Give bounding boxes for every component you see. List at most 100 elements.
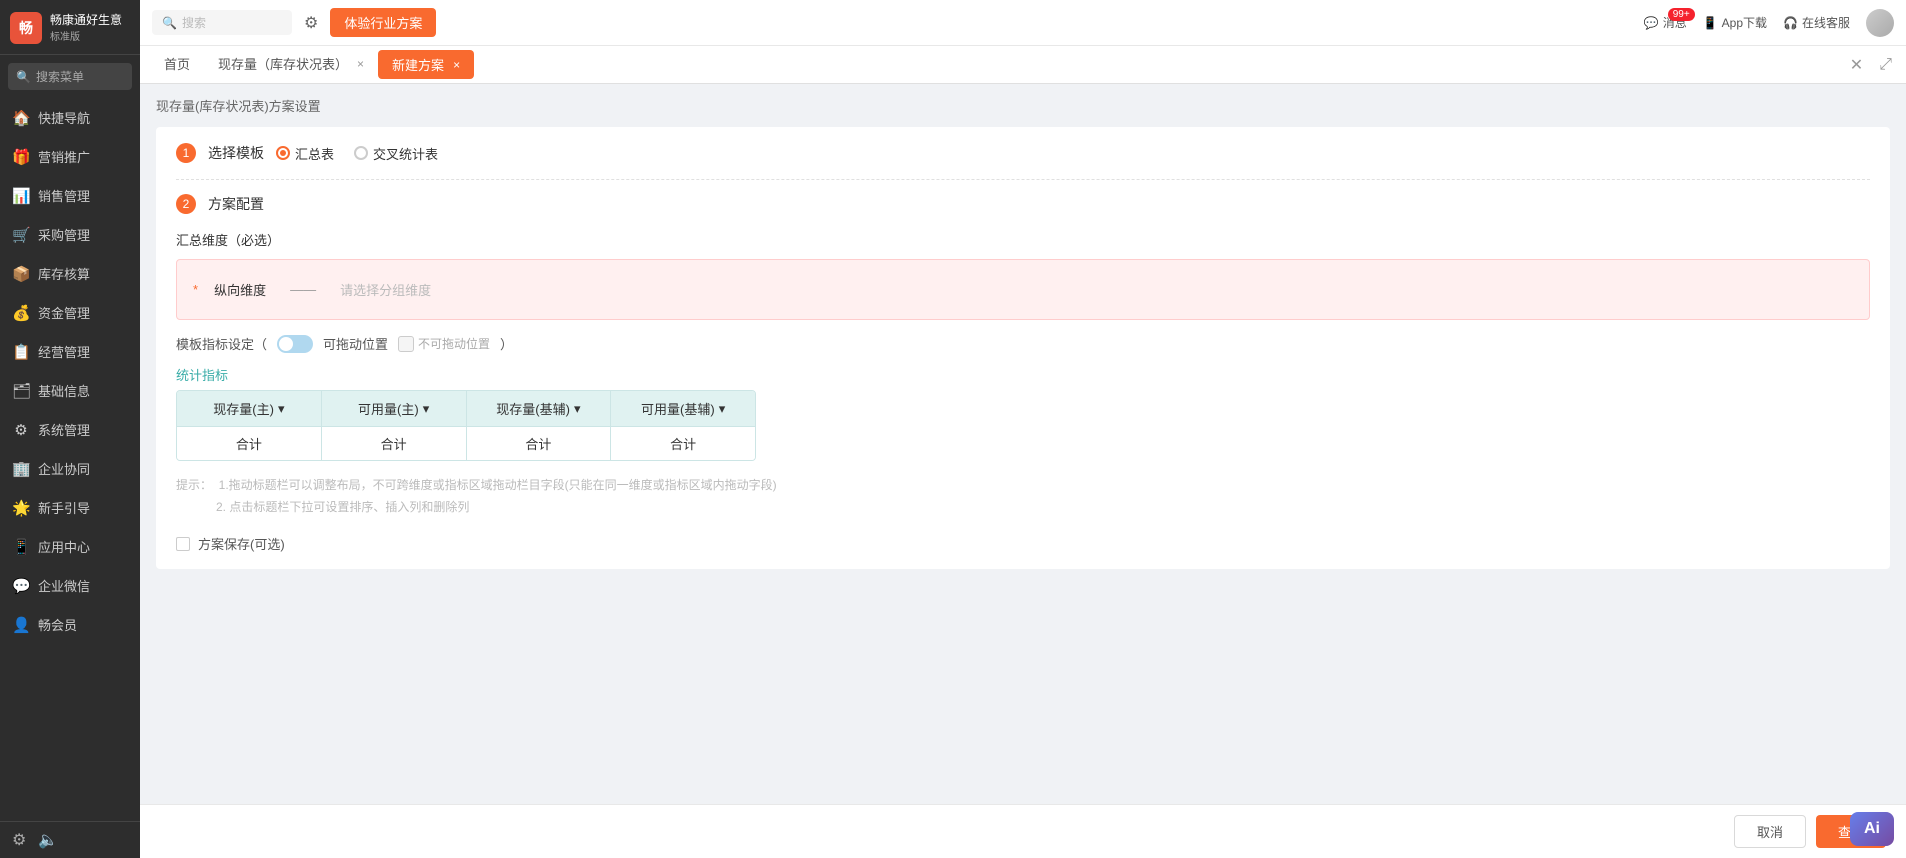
- tab-new-scheme[interactable]: 新建方案 ×: [378, 50, 474, 79]
- stats-th-0-label: 现存量(主): [213, 399, 274, 418]
- sidebar-item-enterprise[interactable]: 🏢 企业协同: [0, 449, 140, 488]
- stats-th-2[interactable]: 现存量(基辅) ▾: [467, 391, 612, 426]
- tab-inventory-label: 现存量（库存状况表）: [218, 54, 348, 73]
- gift-icon: 🎁: [12, 148, 30, 166]
- sidebar-item-label: 系统管理: [38, 420, 90, 439]
- trial-button[interactable]: 体验行业方案: [330, 8, 436, 37]
- topbar-right: 💬 消息 99+ 📱 App下载 🎧 在线客服: [1644, 9, 1894, 37]
- save-option-label: 方案保存(可选): [198, 534, 285, 553]
- speaker-icon[interactable]: 🔈: [38, 830, 58, 850]
- building-icon: 🏢: [12, 460, 30, 478]
- box-icon: 📦: [12, 265, 30, 283]
- stats-th-2-label: 现存量(基辅): [496, 399, 570, 418]
- main-content: 🔍 搜索 ⚙ 体验行业方案 💬 消息 99+ 📱 App下载 🎧 在线客服: [140, 0, 1906, 858]
- sidebar-item-newbie[interactable]: 🌟 新手引导: [0, 488, 140, 527]
- step2-row: 2 方案配置: [176, 194, 1870, 214]
- tab-home[interactable]: 首页: [150, 46, 204, 83]
- sidebar-item-finance[interactable]: 💰 资金管理: [0, 293, 140, 332]
- dimension-selector[interactable]: * 纵向维度 —— 请选择分组维度: [176, 259, 1870, 320]
- settings-gear-icon[interactable]: ⚙: [300, 9, 322, 37]
- settings-panel: 1 选择模板 汇总表 交叉统计表: [156, 127, 1890, 569]
- sidebar-item-member[interactable]: 👤 畅会员: [0, 605, 140, 644]
- user-avatar[interactable]: [1866, 9, 1894, 37]
- tips-item-2: 2. 点击标题栏下拉可设置排序、插入列和删除列: [216, 497, 1870, 519]
- headphone-icon: 🎧: [1783, 16, 1798, 30]
- topbar-search[interactable]: 🔍 搜索: [152, 10, 292, 35]
- app-name: 畅康通好生意: [50, 13, 122, 29]
- user-icon: 👤: [12, 616, 30, 634]
- folder-icon: 🗂: [12, 382, 30, 400]
- tab-new-scheme-close-icon[interactable]: ×: [453, 58, 460, 72]
- cancel-button[interactable]: 取消: [1734, 815, 1806, 848]
- indicator-off-group: 不可拖动位置: [398, 335, 490, 352]
- sidebar-item-inventory[interactable]: 📦 库存核算: [0, 254, 140, 293]
- template-radio-group: 汇总表 交叉统计表: [276, 144, 438, 163]
- sidebar-item-label: 资金管理: [38, 303, 90, 322]
- content-area: 现存量(库存状况表)方案设置 1 选择模板 汇总表 交叉统计表: [140, 84, 1906, 858]
- sidebar-item-wechat[interactable]: 💬 企业微信: [0, 566, 140, 605]
- stats-td-0-2: 合计: [467, 427, 612, 460]
- sidebar-item-quick-nav[interactable]: 🏠 快捷导航: [0, 98, 140, 137]
- sidebar-search[interactable]: 🔍 搜索菜单: [8, 63, 132, 90]
- sidebar-item-marketing[interactable]: 🎁 营销推广: [0, 137, 140, 176]
- search-text: 搜索: [182, 14, 206, 31]
- settings-icon[interactable]: ⚙: [12, 830, 26, 850]
- page-title: 现存量(库存状况表)方案设置: [156, 96, 1890, 115]
- radio-cross-label: 交叉统计表: [373, 144, 438, 163]
- step1-row: 1 选择模板 汇总表 交叉统计表: [176, 143, 1870, 163]
- radio-summary-circle: [276, 146, 290, 160]
- sidebar-item-label: 应用中心: [38, 537, 90, 556]
- radio-cross[interactable]: 交叉统计表: [354, 144, 438, 163]
- sidebar-item-app-center[interactable]: 📱 应用中心: [0, 527, 140, 566]
- app-download-button[interactable]: 📱 App下载: [1703, 14, 1767, 31]
- save-option-row: 方案保存(可选): [176, 534, 1870, 553]
- sidebar: 畅 畅康通好生意 标准版 🔍 搜索菜单 🏠 快捷导航 🎁 营销推广 📊 销售管理…: [0, 0, 140, 858]
- app-edition: 标准版: [50, 28, 122, 43]
- search-icon: 🔍: [16, 70, 31, 84]
- tabs-bar: 首页 现存量（库存状况表） × 新建方案 × ✕ ⤢: [140, 46, 1906, 84]
- message-button[interactable]: 💬 消息 99+: [1644, 14, 1687, 31]
- footer: 取消 查询: [140, 804, 1906, 858]
- sidebar-item-label: 快捷导航: [38, 108, 90, 127]
- stats-th-1[interactable]: 可用量(主) ▾: [322, 391, 467, 426]
- sidebar-item-purchase[interactable]: 🛒 采购管理: [0, 215, 140, 254]
- indicator-setting-label: 模板指标设定（: [176, 334, 267, 353]
- chevron-down-icon-2: ▾: [574, 401, 581, 417]
- stats-th-3[interactable]: 可用量(基辅) ▾: [611, 391, 755, 426]
- close-panel-icon[interactable]: ✕: [1846, 53, 1867, 77]
- sidebar-item-label: 基础信息: [38, 381, 90, 400]
- sidebar-item-label: 经营管理: [38, 342, 90, 361]
- sidebar-item-label: 销售管理: [38, 186, 90, 205]
- sidebar-item-label: 企业协同: [38, 459, 90, 478]
- sidebar-item-basic-info[interactable]: 🗂 基础信息: [0, 371, 140, 410]
- tab-inventory-status[interactable]: 现存量（库存状况表） ×: [204, 46, 378, 83]
- indicator-closing-paren: ）: [500, 334, 513, 353]
- tab-home-label: 首页: [164, 54, 190, 73]
- online-service-button[interactable]: 🎧 在线客服: [1783, 14, 1850, 31]
- tab-inventory-close-icon[interactable]: ×: [357, 57, 364, 71]
- stats-table-header: 现存量(主) ▾ 可用量(主) ▾ 现存量(基辅) ▾ 可用量(基辅) ▾: [177, 391, 755, 426]
- step2-badge: 2: [176, 194, 196, 214]
- sidebar-search-label: 搜索菜单: [36, 68, 84, 85]
- tips-title: 提示： 1.拖动标题栏可以调整布局，不可跨维度或指标区域拖动栏目字段(只能在同一…: [176, 475, 1870, 497]
- search-icon: 🔍: [162, 16, 177, 30]
- mobile-icon: 📱: [12, 538, 30, 556]
- tips-section: 提示： 1.拖动标题栏可以调整布局，不可跨维度或指标区域拖动栏目字段(只能在同一…: [176, 475, 1870, 518]
- toggle-on-label: 可拖动位置: [323, 334, 388, 353]
- radio-summary-label: 汇总表: [295, 144, 334, 163]
- radio-summary[interactable]: 汇总表: [276, 144, 334, 163]
- step1-badge: 1: [176, 143, 196, 163]
- sidebar-item-sales[interactable]: 📊 销售管理: [0, 176, 140, 215]
- expand-panel-icon[interactable]: ⤢: [1875, 54, 1896, 76]
- indicator-off-box: [398, 336, 414, 352]
- sidebar-item-operations[interactable]: 📋 经营管理: [0, 332, 140, 371]
- stats-th-0[interactable]: 现存量(主) ▾: [177, 391, 322, 426]
- logo-icon: 畅: [10, 12, 42, 44]
- indicator-toggle[interactable]: [277, 335, 313, 353]
- required-mark: *: [193, 282, 198, 297]
- save-checkbox[interactable]: [176, 537, 190, 551]
- money-icon: 💰: [12, 304, 30, 322]
- sidebar-item-system[interactable]: ⚙ 系统管理: [0, 410, 140, 449]
- step2-title: 方案配置: [208, 194, 264, 214]
- ai-badge[interactable]: Ai: [1850, 812, 1894, 846]
